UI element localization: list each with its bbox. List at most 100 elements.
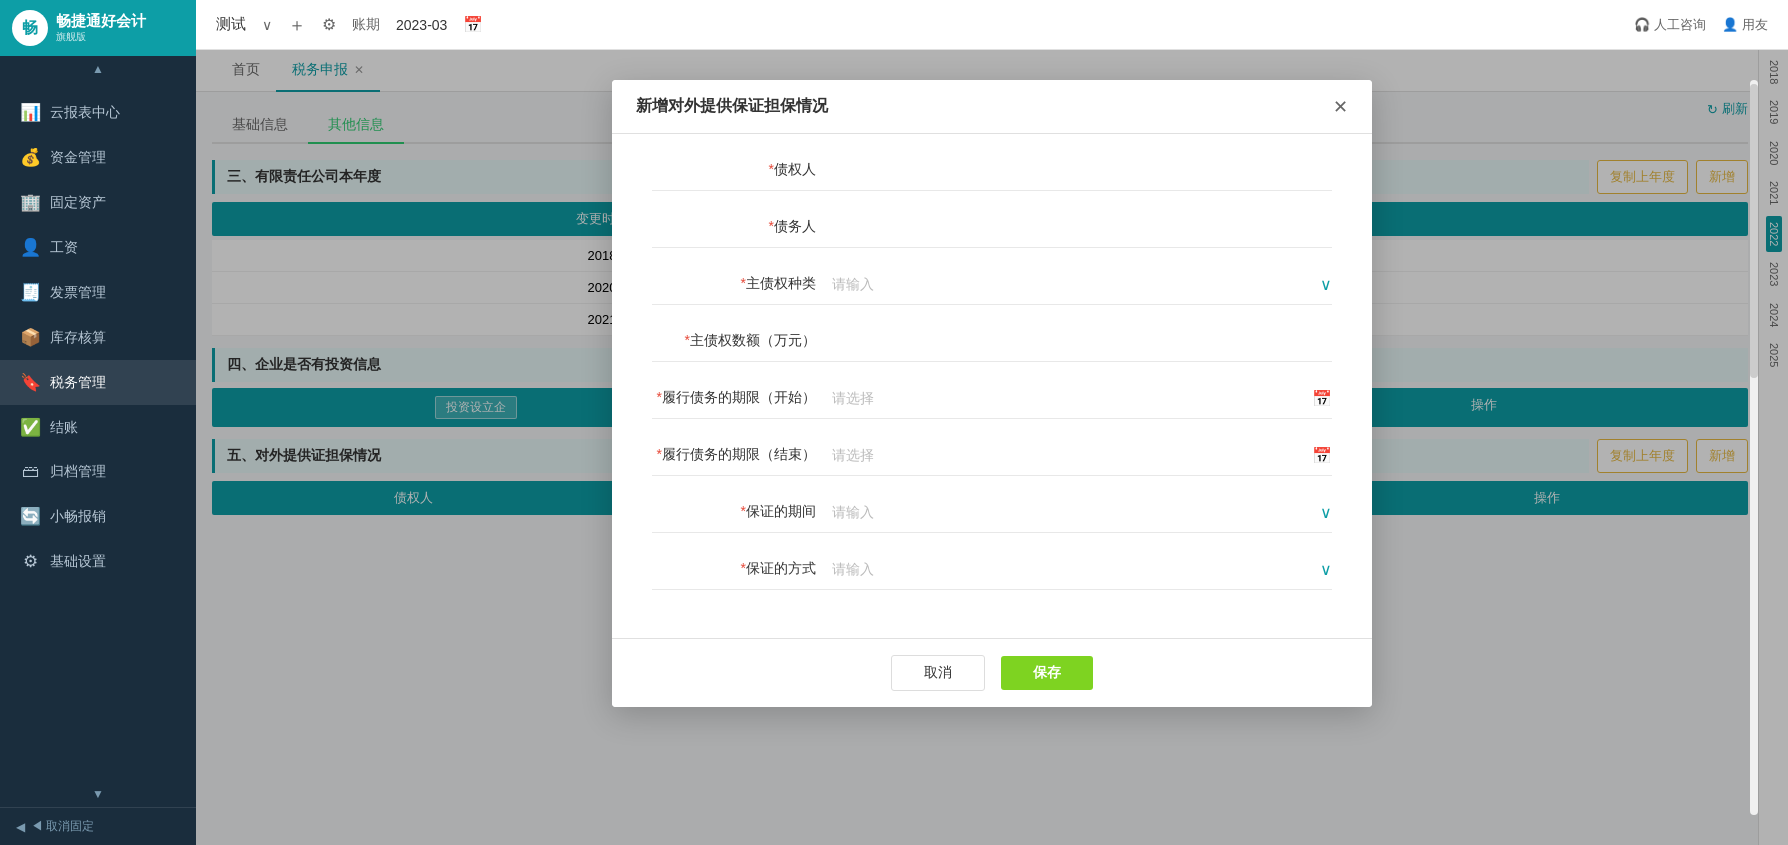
sidebar-header: 畅 畅捷通好会计 旗舰版: [0, 0, 196, 56]
sidebar-item-gudingzichan[interactable]: 🏢 固定资产: [0, 180, 196, 225]
input-zhuzhaiquanzhonglei[interactable]: [832, 272, 1316, 296]
input-zhaiquanren[interactable]: [832, 158, 1332, 182]
content-area: 首页 税务申报 ✕ ↻ 刷新 基础信息: [196, 50, 1788, 845]
add-button[interactable]: ＋: [288, 13, 306, 37]
select-wrap-lvxingjieshu: 📅: [832, 443, 1332, 467]
modal-body: *债权人 *债务人: [612, 134, 1372, 638]
input-baozhengqijian[interactable]: [832, 500, 1316, 524]
calendar-icon[interactable]: 📅: [463, 15, 483, 34]
sidebar-item-label: 资金管理: [50, 149, 106, 167]
period-value: 2023-03: [396, 17, 447, 33]
sidebar-item-xiaochu[interactable]: 🔄 小畅报销: [0, 494, 196, 539]
sidebar-item-fapiao[interactable]: 🧾 发票管理: [0, 270, 196, 315]
calendar-end-icon[interactable]: 📅: [1312, 446, 1332, 465]
support-button[interactable]: 🎧 人工咨询: [1634, 16, 1706, 34]
input-baozhengfangshi[interactable]: [832, 557, 1316, 581]
field-zhuzhaiquanzhonglei: *主债权种类 ∨: [652, 272, 1332, 305]
label-zhuzhaiquanzhonglei: *主债权种类: [652, 275, 832, 293]
label-lvxingkaishi: *履行债务的期限（开始）: [652, 389, 832, 407]
jichushezhi-icon: ⚙: [20, 551, 40, 572]
field-zhaiquanren: *债权人: [652, 158, 1332, 191]
app-subtitle: 旗舰版: [56, 30, 146, 44]
jiezhang-icon: ✅: [20, 417, 40, 438]
xiaochu-icon: 🔄: [20, 506, 40, 527]
sidebar-item-jichushezhi[interactable]: ⚙ 基础设置: [0, 539, 196, 584]
select-wrap-lvxingkaishi: 📅: [832, 386, 1332, 410]
modal-scrollbar[interactable]: [1750, 80, 1758, 815]
gudingzichan-icon: 🏢: [20, 192, 40, 213]
sidebar-nav: 📊 云报表中心 💰 资金管理 🏢 固定资产 👤 工资 🧾 发票管理 📦: [0, 82, 196, 781]
input-lvxingkaishi[interactable]: [832, 386, 1308, 410]
field-zhaiwuren: *债务人: [652, 215, 1332, 248]
sidebar-item-label: 云报表中心: [50, 104, 120, 122]
calendar-start-icon[interactable]: 📅: [1312, 389, 1332, 408]
sidebar-item-label: 结账: [50, 419, 78, 437]
cancel-button[interactable]: 取消: [891, 655, 985, 691]
sidebar-item-zijin[interactable]: 💰 资金管理: [0, 135, 196, 180]
sidebar-toggle-label: ◀ 取消固定: [31, 818, 94, 835]
sidebar-item-label: 发票管理: [50, 284, 106, 302]
sidebar-item-guidang[interactable]: 🗃 归档管理: [0, 450, 196, 494]
modal-overlay: 新增对外提供保证担保情况 ✕ *债权人: [196, 50, 1788, 845]
period-label: 账期: [352, 16, 380, 34]
sidebar-scroll-down[interactable]: ▼: [0, 781, 196, 807]
save-button[interactable]: 保存: [1001, 656, 1093, 690]
label-zhaiquanren: *债权人: [652, 161, 832, 179]
company-name: 测试: [216, 15, 246, 34]
kucun-icon: 📦: [20, 327, 40, 348]
chevron-down-icon[interactable]: ∨: [1320, 275, 1332, 294]
sidebar-toggle-btn[interactable]: ◀ ◀ 取消固定: [0, 807, 196, 845]
sidebar-item-yunbaobiao[interactable]: 📊 云报表中心: [0, 90, 196, 135]
label-baozhengfangshi: *保证的方式: [652, 560, 832, 578]
sidebar-item-label: 归档管理: [50, 463, 106, 481]
sidebar: 畅 畅捷通好会计 旗舰版 ▲ 📊 云报表中心 💰 资金管理 🏢 固定资产 👤: [0, 0, 196, 845]
sidebar-item-label: 税务管理: [50, 374, 106, 392]
topbar: 测试 ∨ ＋ ⚙ 账期 2023-03 📅 🎧 人工咨询 👤 用友: [196, 0, 1788, 50]
label-zhaiwuren: *债务人: [652, 218, 832, 236]
app-logo: 畅: [12, 10, 48, 46]
label-lvxingjieshu: *履行债务的期限（结束）: [652, 446, 832, 464]
gongzi-icon: 👤: [20, 237, 40, 258]
fapiao-icon: 🧾: [20, 282, 40, 303]
sidebar-scroll-up[interactable]: ▲: [0, 56, 196, 82]
app-title: 畅捷通好会计: [56, 12, 146, 30]
sidebar-item-label: 小畅报销: [50, 508, 106, 526]
zijin-icon: 💰: [20, 147, 40, 168]
sidebar-item-gongzi[interactable]: 👤 工资: [0, 225, 196, 270]
sidebar-item-shuiwu[interactable]: 🔖 税务管理: [0, 360, 196, 405]
label-baozhengqijian: *保证的期间: [652, 503, 832, 521]
user-label: 用友: [1742, 16, 1768, 34]
sidebar-item-label: 固定资产: [50, 194, 106, 212]
input-zhaiwuren[interactable]: [832, 215, 1332, 239]
field-lvxingjieshu: *履行债务的期限（结束） 📅: [652, 443, 1332, 476]
chevron-down-icon-3[interactable]: ∨: [1320, 560, 1332, 579]
input-lvxingjieshu[interactable]: [832, 443, 1308, 467]
sidebar-item-kucun[interactable]: 📦 库存核算: [0, 315, 196, 360]
modal-title: 新增对外提供保证担保情况: [636, 96, 828, 117]
label-zhuzhaiquanshe: *主债权数额（万元）: [652, 332, 832, 350]
select-wrap-zhuzhaiquanzhonglei: ∨: [832, 272, 1332, 296]
sidebar-item-label: 工资: [50, 239, 78, 257]
sidebar-toggle-icon: ◀: [16, 820, 25, 834]
chevron-down-icon-2[interactable]: ∨: [1320, 503, 1332, 522]
modal-close-button[interactable]: ✕: [1333, 98, 1348, 116]
support-label: 人工咨询: [1654, 16, 1706, 34]
field-lvxingkaishi: *履行债务的期限（开始） 📅: [652, 386, 1332, 419]
user-button[interactable]: 👤 用友: [1722, 16, 1768, 34]
guidang-icon: 🗃: [20, 462, 40, 482]
field-zhuzhaiquanshe: *主债权数额（万元）: [652, 329, 1332, 362]
select-wrap-baozhengfangshi: ∨: [832, 557, 1332, 581]
sidebar-item-label: 库存核算: [50, 329, 106, 347]
shuiwu-icon: 🔖: [20, 372, 40, 393]
sidebar-item-jiezhang[interactable]: ✅ 结账: [0, 405, 196, 450]
field-baozhengqijian: *保证的期间 ∨: [652, 500, 1332, 533]
yunbaobiao-icon: 📊: [20, 102, 40, 123]
user-icon: 👤: [1722, 17, 1738, 32]
settings-icon[interactable]: ⚙: [322, 15, 336, 34]
sidebar-item-label: 基础设置: [50, 553, 106, 571]
modal-header: 新增对外提供保证担保情况 ✕: [612, 80, 1372, 134]
company-dropdown-icon[interactable]: ∨: [262, 17, 272, 33]
input-zhuzhaiquanshe[interactable]: [832, 329, 1332, 353]
field-baozhengfangshi: *保证的方式 ∨: [652, 557, 1332, 590]
headset-icon: 🎧: [1634, 17, 1650, 32]
